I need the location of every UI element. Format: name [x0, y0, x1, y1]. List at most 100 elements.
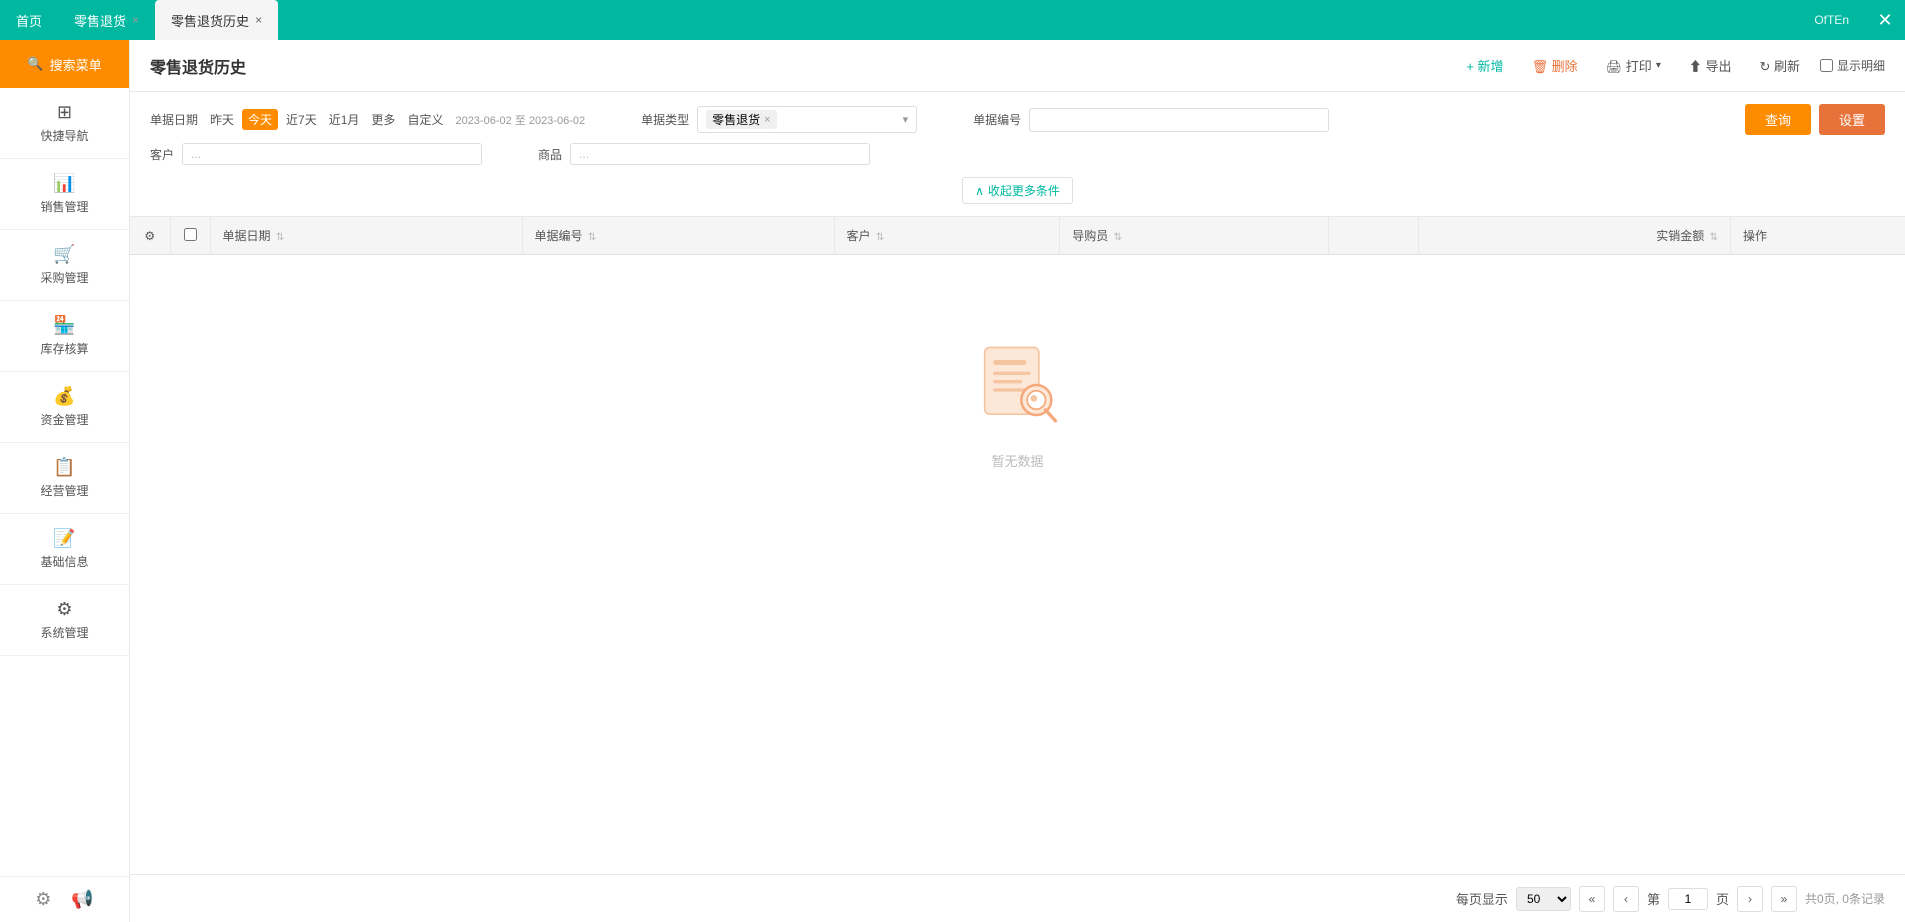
print-button-label: 🖨 打印 [1606, 56, 1652, 75]
th-doc-number[interactable]: 单据编号 ⇅ [522, 217, 834, 255]
sidebar-item-inventory-check[interactable]: 🏪 库存核算 [0, 301, 129, 372]
page-size-select[interactable]: 10 20 50 100 [1516, 887, 1571, 911]
sidebar-item-basic-info[interactable]: 📝 基础信息 [0, 514, 129, 585]
doc-type-filter-label: 单据类型 [641, 111, 689, 128]
tab-retail-return[interactable]: 零售退货 × [58, 0, 155, 40]
sidebar-item-system-mgmt[interactable]: ⚙ 系统管理 [0, 585, 129, 656]
sidebar-item-finance-mgmt[interactable]: 💰 资金管理 [0, 372, 129, 443]
date-opt-today[interactable]: 今天 [242, 109, 278, 130]
doc-type-tag-value: 零售退货 [712, 111, 760, 128]
tab-retail-return-history-label: 零售退货历史 [171, 11, 249, 30]
page-chapter-label: 第 [1647, 889, 1660, 908]
empty-state: 暂无数据 [130, 255, 1905, 550]
operations-mgmt-icon: 📋 [53, 457, 75, 478]
data-table: ⚙ 单据日期 ⇅ 单据编号 ⇅ [130, 217, 1905, 550]
sidebar-item-finance-mgmt-label: 资金管理 [40, 411, 88, 428]
tab-retail-return-close[interactable]: × [132, 13, 139, 27]
doc-number-input[interactable] [1029, 108, 1329, 132]
last-page-button[interactable]: » [1771, 886, 1797, 912]
main-layout: 🔍 搜索菜单 ⊞ 快捷导航 📊 销售管理 🛒 采购管理 🏪 库存核算 💰 资金管… [0, 40, 1905, 922]
sidebar-item-purchase-mgmt[interactable]: 🛒 采购管理 [0, 230, 129, 301]
sidebar-item-operations-mgmt-label: 经营管理 [40, 482, 88, 499]
th-amount-label: 实销金额 [1656, 229, 1704, 243]
th-operation-label: 操作 [1743, 229, 1767, 243]
customer-filter-group: 客户 ... [150, 143, 482, 165]
window-close-button[interactable]: ✕ [1865, 0, 1905, 40]
new-button[interactable]: + 新增 [1458, 52, 1511, 79]
refresh-button-label: ↻ 刷新 [1759, 56, 1800, 75]
tab-home-label: 首页 [16, 11, 42, 30]
total-info: 共0页, 0条记录 [1805, 890, 1885, 907]
goods-filter-group: 商品 ... [538, 143, 870, 165]
collapse-icon: ∧ [975, 184, 984, 198]
sidebar-item-purchase-mgmt-label: 采购管理 [40, 269, 88, 286]
sidebar-search[interactable]: 🔍 搜索菜单 [0, 40, 129, 88]
refresh-button[interactable]: ↻ 刷新 [1751, 52, 1808, 79]
date-opt-more[interactable]: 更多 [367, 109, 399, 130]
date-opt-1month[interactable]: 近1月 [325, 109, 364, 130]
search-icon: 🔍 [27, 56, 43, 72]
page-number-input[interactable] [1668, 888, 1708, 910]
page-title: 零售退货历史 [150, 54, 1458, 78]
next-page-button[interactable]: › [1737, 886, 1763, 912]
date-opt-7days[interactable]: 近7天 [282, 109, 321, 130]
sidebar: 🔍 搜索菜单 ⊞ 快捷导航 📊 销售管理 🛒 采购管理 🏪 库存核算 💰 资金管… [0, 40, 130, 922]
doc-type-tag-close[interactable]: × [764, 114, 770, 126]
date-range-display: 2023-06-02 至 2023-06-02 [455, 112, 585, 128]
finance-mgmt-icon: 💰 [53, 386, 75, 407]
query-button[interactable]: 查询 [1745, 104, 1811, 135]
settings-button[interactable]: 设置 [1819, 104, 1885, 135]
sidebar-item-quick-nav-label: 快捷导航 [40, 127, 88, 144]
th-settings[interactable]: ⚙ [130, 217, 170, 255]
tab-retail-return-history[interactable]: 零售退货历史 × [155, 0, 278, 40]
sidebar-item-system-mgmt-label: 系统管理 [40, 624, 88, 641]
speaker-icon[interactable]: 📢 [71, 889, 93, 910]
table-container: ⚙ 单据日期 ⇅ 单据编号 ⇅ [130, 217, 1905, 874]
th-customer-sort: ⇅ [876, 232, 884, 243]
page-label: 页 [1716, 889, 1729, 908]
table-header-row: ⚙ 单据日期 ⇅ 单据编号 ⇅ [130, 217, 1905, 255]
settings-bottom-icon[interactable]: ⚙ [35, 889, 51, 910]
th-guide[interactable]: 导购员 ⇅ [1060, 217, 1329, 255]
collapse-wrap: ∧ 收起更多条件 [150, 173, 1885, 204]
select-all-checkbox[interactable] [184, 228, 197, 241]
customer-select[interactable]: ... [182, 143, 482, 165]
customer-placeholder: ... [191, 147, 201, 161]
collapse-button[interactable]: ∧ 收起更多条件 [962, 177, 1073, 204]
often-label: OfTEn [1814, 13, 1849, 27]
show-detail-checkbox[interactable] [1820, 59, 1833, 72]
th-customer[interactable]: 客户 ⇅ [834, 217, 1060, 255]
doc-number-filter-label: 单据编号 [973, 111, 1021, 128]
first-page-button[interactable]: « [1579, 886, 1605, 912]
tab-home[interactable]: 首页 [0, 0, 58, 40]
th-checkbox[interactable] [170, 217, 210, 255]
first-page-icon: « [1589, 892, 1596, 906]
th-operation: 操作 [1730, 217, 1905, 255]
date-opt-custom[interactable]: 自定义 [403, 109, 447, 130]
sidebar-item-sales-mgmt-label: 销售管理 [40, 198, 88, 215]
print-button[interactable]: 🖨 打印 ▾ [1598, 52, 1669, 79]
basic-info-icon: 📝 [53, 528, 75, 549]
export-button[interactable]: ⬆ 导出 [1681, 52, 1740, 79]
delete-button[interactable]: 🗑 删除 [1524, 52, 1586, 79]
quick-nav-icon: ⊞ [57, 102, 72, 123]
show-detail-label: 显示明细 [1837, 57, 1885, 74]
date-opt-yesterday[interactable]: 昨天 [206, 109, 238, 130]
prev-page-button[interactable]: ‹ [1613, 886, 1639, 912]
sidebar-item-inventory-check-label: 库存核算 [40, 340, 88, 357]
th-doc-date-sort: ⇅ [276, 232, 284, 243]
doc-type-select[interactable]: 零售退货 × ▾ [697, 106, 917, 133]
filter-row-2: 客户 ... 商品 ... [150, 143, 1885, 165]
tab-retail-return-history-close[interactable]: × [255, 13, 262, 27]
sidebar-item-sales-mgmt[interactable]: 📊 销售管理 [0, 159, 129, 230]
sidebar-item-quick-nav[interactable]: ⊞ 快捷导航 [0, 88, 129, 159]
filter-area: 单据日期 昨天 今天 近7天 近1月 更多 自定义 2023-06-02 至 2… [130, 92, 1905, 217]
goods-select[interactable]: ... [570, 143, 870, 165]
customer-filter-label: 客户 [150, 146, 174, 163]
th-doc-date[interactable]: 单据日期 ⇅ [210, 217, 522, 255]
th-amount[interactable]: 实销金额 ⇅ [1418, 217, 1730, 255]
doc-number-filter-group: 单据编号 [973, 108, 1329, 132]
date-filter-group: 单据日期 昨天 今天 近7天 近1月 更多 自定义 2023-06-02 至 2… [150, 109, 585, 130]
sidebar-item-operations-mgmt[interactable]: 📋 经营管理 [0, 443, 129, 514]
th-guide-sort: ⇅ [1114, 232, 1122, 243]
